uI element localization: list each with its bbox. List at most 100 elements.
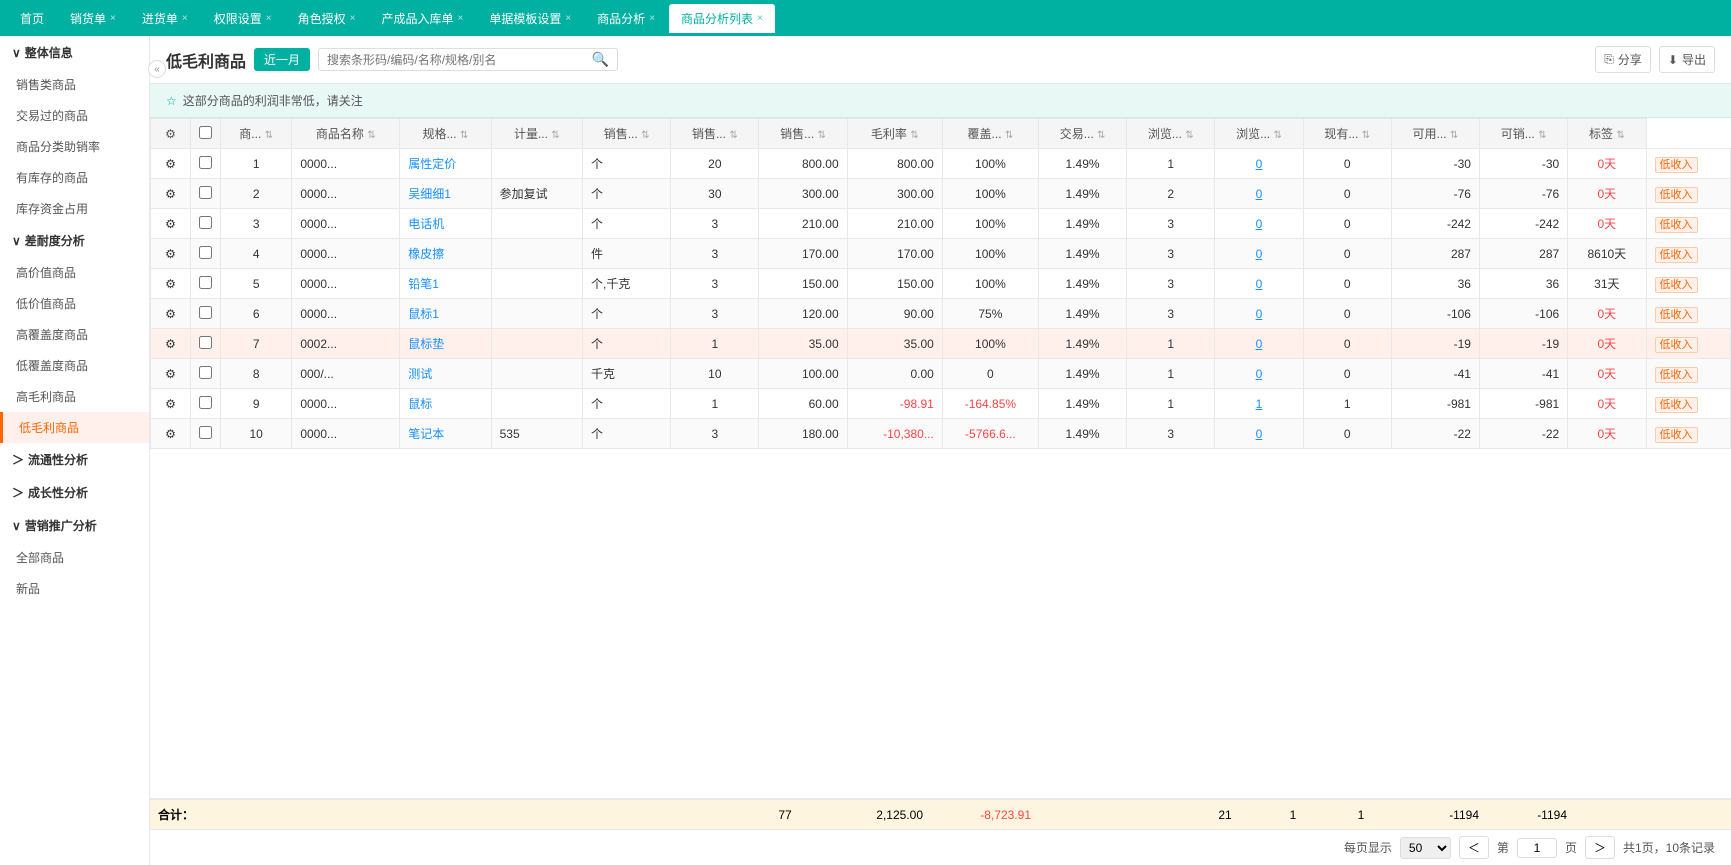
row-name[interactable]: 测试: [400, 359, 491, 389]
search-icon[interactable]: 🔍: [592, 51, 609, 68]
row-view1[interactable]: 0: [1215, 419, 1303, 449]
nav-analysis-list-close[interactable]: ×: [757, 13, 763, 24]
row-view1[interactable]: 0: [1215, 209, 1303, 239]
nav-sales[interactable]: 销货单 ×: [58, 4, 128, 33]
th-sales-amt[interactable]: 销售... ⇅: [671, 119, 759, 149]
row-check[interactable]: [191, 359, 221, 389]
row-name[interactable]: 电话机: [400, 209, 491, 239]
nav-analysis-list[interactable]: 商品分析列表 ×: [669, 4, 775, 33]
row-name[interactable]: 笔记本: [400, 419, 491, 449]
nav-product-entry-close[interactable]: ×: [457, 13, 463, 24]
page-number-input[interactable]: [1517, 838, 1557, 858]
prev-page-btn[interactable]: ＜: [1459, 836, 1489, 859]
th-unit[interactable]: 计量... ⇅: [491, 119, 582, 149]
th-saleable[interactable]: 可销... ⇅: [1479, 119, 1567, 149]
nav-permissions-close[interactable]: ×: [266, 13, 272, 24]
th-view2[interactable]: 浏览... ⇅: [1215, 119, 1303, 149]
row-check[interactable]: [191, 419, 221, 449]
row-settings[interactable]: ⚙: [151, 329, 191, 359]
th-code[interactable]: 商... ⇅: [221, 119, 292, 149]
row-name[interactable]: 鼠标垫: [400, 329, 491, 359]
row-check[interactable]: [191, 329, 221, 359]
table-container[interactable]: ⚙ 商... ⇅ 商品名称 ⇅ 规格... ⇅ 计量... ⇅ 销售... ⇅ …: [150, 118, 1731, 798]
page-size-select[interactable]: 50 100 200: [1400, 837, 1451, 859]
export-btn[interactable]: ⬇ 导出: [1659, 46, 1715, 73]
nav-purchase-close[interactable]: ×: [182, 13, 188, 24]
sidebar-item-traded[interactable]: 交易过的商品: [0, 100, 149, 131]
nav-template-close[interactable]: ×: [565, 13, 571, 24]
th-available[interactable]: 可用... ⇅: [1391, 119, 1479, 149]
next-page-btn[interactable]: ＞: [1585, 836, 1615, 859]
row-settings[interactable]: ⚙: [151, 179, 191, 209]
nav-roles-close[interactable]: ×: [350, 13, 356, 24]
row-view1[interactable]: 0: [1215, 239, 1303, 269]
row-check[interactable]: [191, 179, 221, 209]
th-spec[interactable]: 规格... ⇅: [400, 119, 491, 149]
th-check[interactable]: [191, 119, 221, 149]
nav-product-entry[interactable]: 产成品入库单 ×: [369, 4, 475, 33]
row-name[interactable]: 鼠标1: [400, 299, 491, 329]
sidebar-item-high-coverage[interactable]: 高覆盖度商品: [0, 319, 149, 350]
row-settings[interactable]: ⚙: [151, 359, 191, 389]
row-view1[interactable]: 0: [1215, 269, 1303, 299]
sidebar-item-sales-products[interactable]: 销售类商品: [0, 69, 149, 100]
row-name[interactable]: 橡皮擦: [400, 239, 491, 269]
sidebar-item-low-value[interactable]: 低价值商品: [0, 288, 149, 319]
share-btn[interactable]: ⎘ 分享: [1595, 46, 1651, 73]
sidebar-item-high-margin[interactable]: 高毛利商品: [0, 381, 149, 412]
sidebar-collapse-btn[interactable]: «: [148, 60, 166, 78]
sidebar-group-marketing[interactable]: ∨ 营销推广分析: [0, 509, 149, 542]
th-current[interactable]: 现有... ⇅: [1303, 119, 1391, 149]
row-settings[interactable]: ⚙: [151, 209, 191, 239]
row-check[interactable]: [191, 239, 221, 269]
row-name[interactable]: 属性定价: [400, 149, 491, 179]
row-settings[interactable]: ⚙: [151, 149, 191, 179]
row-name[interactable]: 吴细细1: [400, 179, 491, 209]
nav-template[interactable]: 单据模板设置 ×: [477, 4, 583, 33]
nav-permissions[interactable]: 权限设置 ×: [202, 4, 284, 33]
sidebar-group-tolerance[interactable]: ∨ 差耐度分析: [0, 224, 149, 257]
sidebar-item-capital[interactable]: 库存资金占用: [0, 193, 149, 224]
nav-purchase[interactable]: 进货单 ×: [130, 4, 200, 33]
sidebar-item-high-value[interactable]: 高价值商品: [0, 257, 149, 288]
sidebar-group-overall[interactable]: ∨ 整体信息: [0, 36, 149, 69]
sidebar-group-growth[interactable]: ＞ 成长性分析: [0, 476, 149, 509]
row-check[interactable]: [191, 299, 221, 329]
nav-product-analysis-close[interactable]: ×: [649, 13, 655, 24]
row-name[interactable]: 铅笔1: [400, 269, 491, 299]
row-settings[interactable]: ⚙: [151, 299, 191, 329]
th-sales-profit[interactable]: 销售... ⇅: [759, 119, 847, 149]
th-sales-qty[interactable]: 销售... ⇅: [583, 119, 671, 149]
th-view1[interactable]: 浏览... ⇅: [1127, 119, 1215, 149]
th-tag[interactable]: 标签 ⇅: [1568, 119, 1646, 149]
sidebar-item-in-stock[interactable]: 有库存的商品: [0, 162, 149, 193]
row-view1[interactable]: 0: [1215, 179, 1303, 209]
th-name[interactable]: 商品名称 ⇅: [292, 119, 400, 149]
nav-roles[interactable]: 角色授权 ×: [286, 4, 368, 33]
sidebar-item-low-margin[interactable]: 低毛利商品: [0, 412, 149, 443]
th-settings[interactable]: ⚙: [151, 119, 191, 149]
row-view1[interactable]: 0: [1215, 299, 1303, 329]
row-settings[interactable]: ⚙: [151, 419, 191, 449]
sidebar-group-circulation[interactable]: ＞ 流通性分析: [0, 443, 149, 476]
th-trade[interactable]: 交易... ⇅: [1038, 119, 1126, 149]
sidebar-item-category-sales[interactable]: 商品分类助销率: [0, 131, 149, 162]
row-view1[interactable]: 0: [1215, 149, 1303, 179]
row-name[interactable]: 鼠标: [400, 389, 491, 419]
row-view1[interactable]: 0: [1215, 329, 1303, 359]
row-settings[interactable]: ⚙: [151, 239, 191, 269]
nav-home[interactable]: 首页: [8, 4, 56, 33]
th-gross-margin[interactable]: 毛利率 ⇅: [847, 119, 942, 149]
th-coverage[interactable]: 覆盖... ⇅: [942, 119, 1038, 149]
row-view1[interactable]: 1: [1215, 389, 1303, 419]
nav-product-analysis[interactable]: 商品分析 ×: [585, 4, 667, 33]
sidebar-item-new-products[interactable]: 新品: [0, 573, 149, 604]
sidebar-item-low-coverage[interactable]: 低覆盖度商品: [0, 350, 149, 381]
row-check[interactable]: [191, 269, 221, 299]
search-input[interactable]: [327, 53, 592, 67]
row-check[interactable]: [191, 149, 221, 179]
filter-recent-month-btn[interactable]: 近一月: [254, 48, 310, 71]
row-view1[interactable]: 0: [1215, 359, 1303, 389]
row-settings[interactable]: ⚙: [151, 269, 191, 299]
row-settings[interactable]: ⚙: [151, 389, 191, 419]
